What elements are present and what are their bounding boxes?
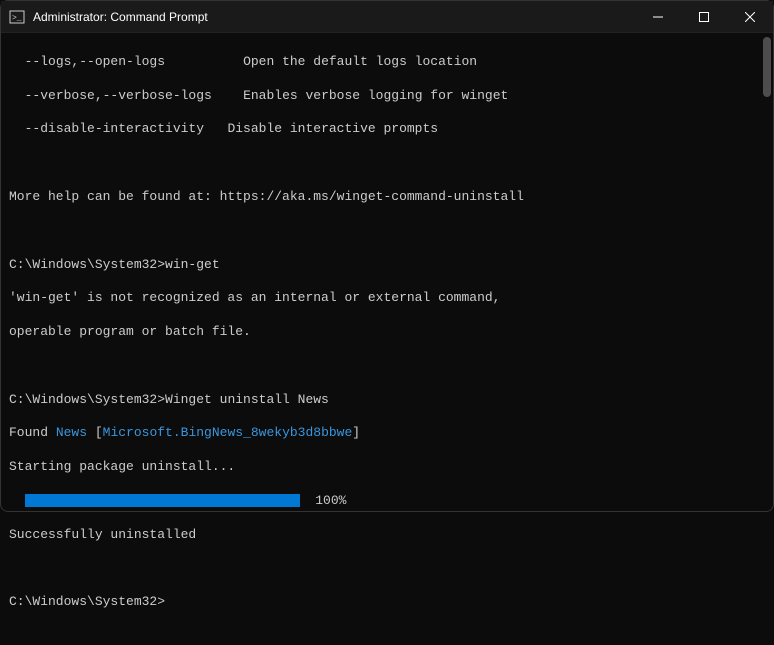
progress-percent: 100% — [315, 493, 346, 508]
flag-line: --verbose,--verbose-logs Enables verbose… — [9, 88, 765, 105]
close-button[interactable] — [727, 1, 773, 33]
titlebar: >_ Administrator: Command Prompt — [1, 1, 773, 33]
command-text: win-get — [165, 257, 220, 272]
blank-line — [9, 561, 765, 578]
progress-spacing — [300, 493, 316, 508]
bracket: [ — [87, 425, 103, 440]
terminal-output[interactable]: --logs,--open-logs Open the default logs… — [1, 33, 773, 511]
cmd-icon: >_ — [9, 9, 25, 25]
window-title: Administrator: Command Prompt — [33, 10, 635, 24]
help-line: More help can be found at: https://aka.m… — [9, 189, 765, 206]
package-name: News — [56, 425, 87, 440]
flag-name: --disable-interactivity — [9, 121, 204, 136]
flag-spacing — [204, 121, 227, 136]
flag-name: --verbose,--verbose-logs — [9, 88, 212, 103]
prompt-line: C:\Windows\System32>Winget uninstall New… — [9, 392, 765, 409]
progress-line: 100% — [9, 493, 765, 510]
flag-spacing — [165, 54, 243, 69]
found-line: Found News [Microsoft.BingNews_8wekyb3d8… — [9, 425, 765, 442]
bracket: ] — [352, 425, 360, 440]
blank-line — [9, 223, 765, 240]
window-controls — [635, 1, 773, 32]
command-text: Winget uninstall News — [165, 392, 329, 407]
status-line: Starting package uninstall... — [9, 459, 765, 476]
error-line: operable program or batch file. — [9, 324, 765, 341]
blank-line — [9, 155, 765, 172]
prompt: C:\Windows\System32> — [9, 392, 165, 407]
svg-text:>_: >_ — [12, 14, 22, 23]
prompt-line: C:\Windows\System32>win-get — [9, 257, 765, 274]
flag-line: --logs,--open-logs Open the default logs… — [9, 54, 765, 71]
prompt: C:\Windows\System32> — [9, 257, 165, 272]
flag-name: --logs,--open-logs — [9, 54, 165, 69]
found-prefix: Found — [9, 425, 56, 440]
prompt-line: C:\Windows\System32> — [9, 594, 765, 611]
progress-indent — [9, 493, 25, 508]
prompt: C:\Windows\System32> — [9, 594, 165, 609]
flag-line: --disable-interactivity Disable interact… — [9, 121, 765, 138]
flag-desc: Open the default logs location — [243, 54, 477, 69]
success-line: Successfully uninstalled — [9, 527, 765, 544]
package-id: Microsoft.BingNews_8wekyb3d8bbwe — [103, 425, 353, 440]
maximize-button[interactable] — [681, 1, 727, 33]
blank-line — [9, 358, 765, 375]
error-line: 'win-get' is not recognized as an intern… — [9, 290, 765, 307]
flag-desc: Disable interactive prompts — [227, 121, 438, 136]
flag-spacing — [212, 88, 243, 103]
progress-bar — [25, 494, 300, 507]
minimize-button[interactable] — [635, 1, 681, 33]
flag-desc: Enables verbose logging for winget — [243, 88, 508, 103]
scrollbar-thumb[interactable] — [763, 37, 771, 97]
